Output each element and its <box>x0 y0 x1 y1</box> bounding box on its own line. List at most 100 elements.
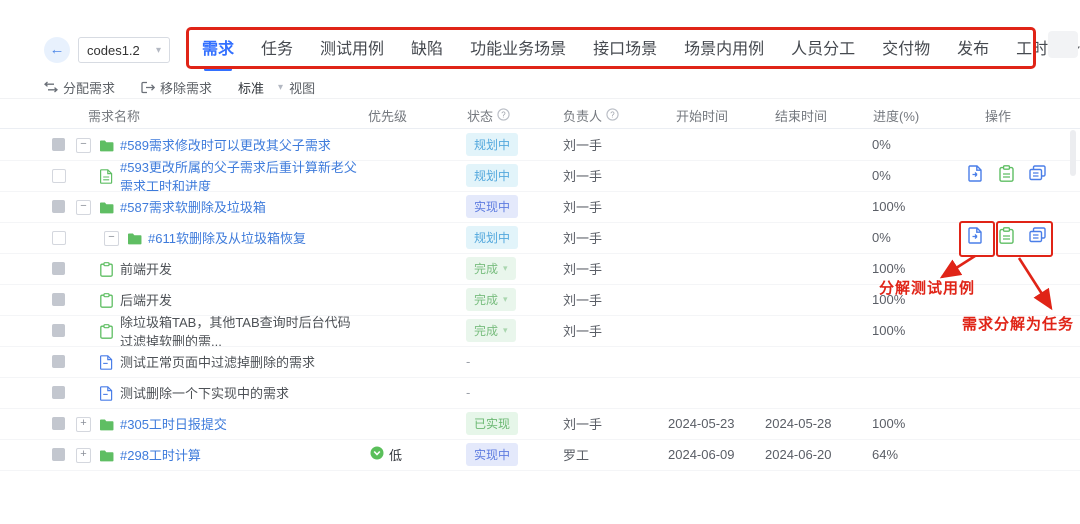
status-badge[interactable]: 实现中 <box>466 443 519 466</box>
split-testcase-icon <box>967 226 983 249</box>
status-cell: 完成 ▾ <box>466 284 516 315</box>
tab-requirements[interactable]: 需求 <box>202 35 234 71</box>
tab-item-6[interactable]: 场景内用例 <box>684 35 764 65</box>
status-badge[interactable]: 规划中 <box>466 133 519 156</box>
table-row: 前端开发 完成 ▾ 刘一手 100% <box>0 253 1080 285</box>
more-tabs-button[interactable] <box>1048 31 1078 58</box>
row-checkbox[interactable] <box>52 293 65 306</box>
table-header: 需求名称 优先级 状态? 负责人? 开始时间 结束时间 进度(%) 操作 <box>0 100 1080 129</box>
copy-requirement-button[interactable] <box>1028 227 1046 247</box>
collapse-toggle[interactable]: − <box>76 200 91 215</box>
requirement-link[interactable]: #298工时计算 <box>120 439 201 470</box>
vertical-scrollbar[interactable] <box>1070 130 1076 176</box>
assign-requirement-label: 分配需求 <box>63 80 116 96</box>
chevron-down-icon: ▾ <box>503 263 508 273</box>
expand-toggle[interactable]: + <box>76 417 91 432</box>
owner-cell: 刘一手 <box>563 138 603 153</box>
tab-item-7[interactable]: 人员分工 <box>791 35 855 65</box>
table-row: − #589需求修改时可以更改其父子需求 规划中 刘一手 0% <box>0 129 1080 161</box>
chevron-down-icon: ▾ <box>503 294 508 304</box>
requirement-link[interactable]: #593更改所属的父子需求后重计算新老父需求工时和进度 <box>120 160 360 191</box>
status-badge-label: 规划中 <box>474 169 511 183</box>
requirement-link[interactable]: #305工时日报提交 <box>120 408 227 439</box>
owner-cell: 刘一手 <box>563 262 603 277</box>
copy-requirement-button[interactable] <box>1028 165 1046 186</box>
help-icon[interactable]: ? <box>497 107 510 124</box>
doc-blue-icon <box>98 354 114 370</box>
row-checkbox[interactable] <box>52 448 65 461</box>
tab-item-1[interactable]: 任务 <box>261 35 293 65</box>
row-checkbox[interactable] <box>52 386 65 399</box>
tab-item-3[interactable]: 缺陷 <box>411 35 443 65</box>
progress-cell: 100% <box>872 261 906 276</box>
tab-item-8[interactable]: 交付物 <box>882 35 930 65</box>
status-cell: 完成 ▾ <box>466 315 516 346</box>
status-badge[interactable]: 完成 ▾ <box>466 288 516 311</box>
split-to-testcase-button[interactable] <box>966 226 984 249</box>
row-checkbox[interactable] <box>52 262 65 275</box>
column-header-label: 优先级 <box>368 109 408 124</box>
requirement-link[interactable]: #587需求软删除及垃圾箱 <box>120 191 266 222</box>
view-mode-select[interactable]: 标准 <box>238 78 264 97</box>
table-row: 后端开发 完成 ▾ 刘一手 100% <box>0 284 1080 316</box>
tab-item-9[interactable]: 发布 <box>957 35 989 65</box>
row-checkbox[interactable] <box>52 355 65 368</box>
row-checkbox[interactable] <box>52 417 65 430</box>
back-button[interactable]: ← <box>44 37 70 63</box>
progress-cell: 0% <box>872 168 891 183</box>
column-header-6: 进度(%) <box>873 106 919 125</box>
status-badge[interactable]: 实现中 <box>466 195 519 218</box>
svg-text:?: ? <box>501 110 506 119</box>
folder-icon <box>98 447 114 463</box>
split-to-task-button[interactable] <box>997 226 1015 247</box>
column-header-1: 优先级 <box>368 106 407 125</box>
progress-cell: 0% <box>872 137 891 152</box>
collapse-toggle[interactable]: − <box>104 231 119 246</box>
status-empty: - <box>466 385 471 400</box>
status-badge[interactable]: 规划中 <box>466 164 519 187</box>
remove-requirement-label: 移除需求 <box>160 80 213 96</box>
project-select[interactable]: codes1.2 ▾ <box>78 37 170 63</box>
tab-item-4[interactable]: 功能业务场景 <box>470 35 566 65</box>
move-out-icon <box>141 81 156 94</box>
status-badge[interactable]: 完成 ▾ <box>466 257 516 280</box>
status-badge-label: 规划中 <box>474 231 511 245</box>
status-badge[interactable]: 完成 ▾ <box>466 319 516 342</box>
row-checkbox[interactable] <box>52 200 65 213</box>
view-label[interactable]: 视图 <box>289 78 315 97</box>
svg-text:?: ? <box>610 110 615 119</box>
tab-item-5[interactable]: 接口场景 <box>593 35 657 65</box>
folder-icon <box>98 416 114 432</box>
row-checkbox[interactable] <box>52 169 66 183</box>
row-checkbox[interactable] <box>52 324 65 337</box>
status-badge-label: 完成 <box>474 262 499 276</box>
row-checkbox[interactable] <box>52 138 65 151</box>
clipboard-icon <box>98 292 114 308</box>
requirement-link[interactable]: #589需求修改时可以更改其父子需求 <box>120 129 331 160</box>
clipboard-icon <box>98 323 114 339</box>
status-badge-label: 完成 <box>474 293 499 307</box>
assign-requirement-button[interactable]: 分配需求 <box>44 78 115 97</box>
row-checkbox[interactable] <box>52 231 66 245</box>
table-row: + #298工时计算 低 实现中 罗工 2024-06-09 2024-06-20 64% <box>0 439 1080 471</box>
status-badge-label: 实现中 <box>474 448 511 462</box>
status-badge[interactable]: 规划中 <box>466 226 519 249</box>
project-select-value: codes1.2 <box>87 42 140 58</box>
split-to-testcase-button[interactable] <box>966 164 984 185</box>
tab-item-2[interactable]: 测试用例 <box>320 35 384 65</box>
expand-toggle[interactable]: + <box>76 448 91 463</box>
progress-cell: 100% <box>872 199 906 214</box>
copy-icon <box>1028 165 1046 186</box>
requirement-link[interactable]: #611软删除及从垃圾箱恢复 <box>148 222 306 253</box>
doc-blue-icon <box>98 385 114 401</box>
status-badge[interactable]: 已实现 <box>466 412 519 435</box>
split-to-task-button[interactable] <box>997 164 1015 187</box>
remove-requirement-button[interactable]: 移除需求 <box>141 78 212 97</box>
task-icon <box>998 164 1014 187</box>
toolbar-divider <box>0 98 1080 99</box>
column-header-0: 需求名称 <box>88 106 140 125</box>
owner-cell: 刘一手 <box>563 293 603 308</box>
collapse-toggle[interactable]: − <box>76 138 91 153</box>
folder-icon <box>98 137 114 153</box>
help-icon[interactable]: ? <box>606 107 619 124</box>
